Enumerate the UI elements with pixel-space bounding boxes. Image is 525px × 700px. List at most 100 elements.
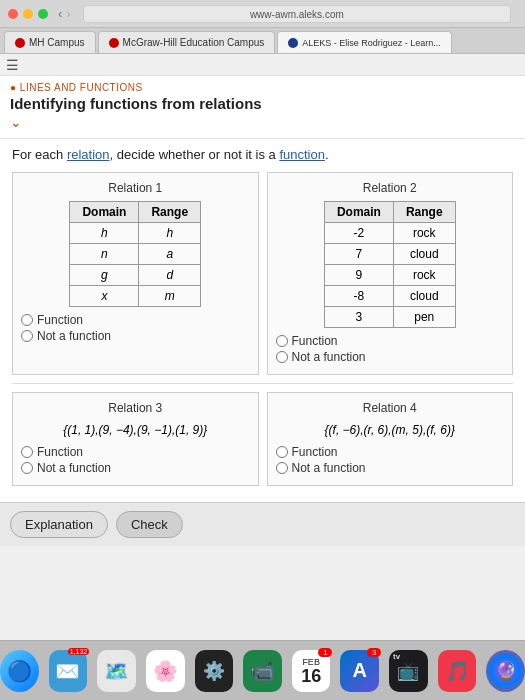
problem-area: For each relation, decide whether or not… <box>0 139 525 502</box>
hamburger-icon[interactable]: ☰ <box>6 57 19 73</box>
relation-2-title: Relation 2 <box>276 181 505 195</box>
tab-bar: MH Campus McGraw-Hill Education Campus A… <box>0 28 525 54</box>
rel1-row3-domain: g <box>70 265 139 286</box>
relation-1-not-function-radio[interactable] <box>21 330 33 342</box>
relation-1-function-option[interactable]: Function <box>21 313 250 327</box>
relation-2-not-function-radio[interactable] <box>276 351 288 363</box>
button-bar: Explanation Check <box>0 502 525 546</box>
relation-3-radio-group: Function Not a function <box>21 445 250 475</box>
table-row: 7 cloud <box>324 244 455 265</box>
facetime-icon[interactable]: 📹 <box>243 650 282 692</box>
siri-icon[interactable]: 🔮 <box>486 650 525 692</box>
tv-icon[interactable]: 📺 tv <box>389 650 428 692</box>
rel2-row2-domain: 7 <box>324 244 393 265</box>
taskbar: 🔵 ✉️ 1,132 🗺️ 🌸 ⚙️ 📹 1 FEB 16 <box>0 640 525 700</box>
breadcrumb: ● LINES AND FUNCTIONS <box>10 82 515 93</box>
relation-3-function-radio[interactable] <box>21 446 33 458</box>
rel2-row4-range: cloud <box>393 286 455 307</box>
rel1-row3-range: d <box>139 265 201 286</box>
chevron-down-icon[interactable]: ⌄ <box>10 114 22 130</box>
table-row: 9 rock <box>324 265 455 286</box>
explanation-button[interactable]: Explanation <box>10 511 108 538</box>
function-link[interactable]: function <box>279 147 325 162</box>
calendar-badge: 1 <box>318 648 332 657</box>
relation-1-not-function-option[interactable]: Not a function <box>21 329 250 343</box>
relation-4-radio-group: Function Not a function <box>276 445 505 475</box>
relation-3-not-function-radio[interactable] <box>21 462 33 474</box>
mail-icon[interactable]: ✉️ 1,132 <box>49 650 88 692</box>
relation-4-function-option[interactable]: Function <box>276 445 505 459</box>
instruction-text: For each relation, decide whether or not… <box>12 147 513 162</box>
browser-bar: ‹ › www-awm.aleks.com <box>0 0 525 28</box>
maps-icon[interactable]: 🗺️ <box>97 650 136 692</box>
relation-2-radio-group: Function Not a function <box>276 334 505 364</box>
relation-4-expression: {(f, −6),(r, 6),(m, 5),(f, 6)} <box>276 423 505 437</box>
rel1-row1-domain: h <box>70 223 139 244</box>
minimize-button[interactable] <box>23 9 33 19</box>
rel2-row1-range: rock <box>393 223 455 244</box>
table-row: 3 pen <box>324 307 455 328</box>
bottom-relations-grid: Relation 3 {(1, 1),(9, −4),(9, −1),(1, 9… <box>12 383 513 486</box>
rel2-row5-range: pen <box>393 307 455 328</box>
check-button[interactable]: Check <box>116 511 183 538</box>
back-icon[interactable]: ‹ <box>58 6 62 21</box>
relation-3-not-function-option[interactable]: Not a function <box>21 461 250 475</box>
table-row: h h <box>70 223 201 244</box>
tab-mcgraw[interactable]: McGraw-Hill Education Campus <box>98 31 276 53</box>
url-bar[interactable]: www-awm.aleks.com <box>83 5 511 23</box>
launchpad-icon[interactable]: ⚙️ <box>195 650 234 692</box>
relation-1-radio-group: Function Not a function <box>21 313 250 343</box>
table-row: -8 cloud <box>324 286 455 307</box>
relation-3-title: Relation 3 <box>21 401 250 415</box>
relation-2-function-option[interactable]: Function <box>276 334 505 348</box>
mail-badge: 1,132 <box>68 648 90 655</box>
relation-1-box: Relation 1 Domain Range h h <box>12 172 259 375</box>
rel1-row1-range: h <box>139 223 201 244</box>
relation-4-box: Relation 4 {(f, −6),(r, 6),(m, 5),(f, 6)… <box>267 392 514 486</box>
relation-4-title: Relation 4 <box>276 401 505 415</box>
calendar-date: FEB 16 <box>301 657 321 685</box>
rel1-row4-domain: x <box>70 286 139 307</box>
page-title: Identifying functions from relations <box>10 95 515 112</box>
rel2-header-range: Range <box>393 202 455 223</box>
rel2-row3-range: rock <box>393 265 455 286</box>
table-row: n a <box>70 244 201 265</box>
nav-icons: ‹ › <box>58 6 71 21</box>
rel1-row2-range: a <box>139 244 201 265</box>
tab-aleks[interactable]: ALEKS - Elise Rodriguez - Learn... <box>277 31 452 53</box>
table-row: x m <box>70 286 201 307</box>
relation-3-expression: {(1, 1),(9, −4),(9, −1),(1, 9)} <box>21 423 250 437</box>
table-row: -2 rock <box>324 223 455 244</box>
tab-mh-campus[interactable]: MH Campus <box>4 31 96 53</box>
rel2-row1-domain: -2 <box>324 223 393 244</box>
music-icon[interactable]: 🎵 <box>438 650 477 692</box>
relation-4-not-function-option[interactable]: Not a function <box>276 461 505 475</box>
close-button[interactable] <box>8 9 18 19</box>
relation-2-table: Domain Range -2 rock 7 cloud <box>324 201 456 328</box>
rel1-row2-domain: n <box>70 244 139 265</box>
relation-4-function-radio[interactable] <box>276 446 288 458</box>
appstore-icon[interactable]: A 3 <box>340 650 379 692</box>
relation-1-title: Relation 1 <box>21 181 250 195</box>
relation-3-function-option[interactable]: Function <box>21 445 250 459</box>
maximize-button[interactable] <box>38 9 48 19</box>
header-section: ● LINES AND FUNCTIONS Identifying functi… <box>0 76 525 139</box>
relation-link[interactable]: relation <box>67 147 110 162</box>
rel1-header-range: Range <box>139 202 201 223</box>
relation-1-table: Domain Range h h n a <box>69 201 201 307</box>
top-relations-grid: Relation 1 Domain Range h h <box>12 172 513 375</box>
relation-3-box: Relation 3 {(1, 1),(9, −4),(9, −1),(1, 9… <box>12 392 259 486</box>
rel2-row4-domain: -8 <box>324 286 393 307</box>
forward-icon[interactable]: › <box>66 6 70 21</box>
relation-2-box: Relation 2 Domain Range -2 rock <box>267 172 514 375</box>
rel1-row4-range: m <box>139 286 201 307</box>
finder-icon[interactable]: 🔵 <box>0 650 39 692</box>
nav-bar: ☰ <box>0 54 525 76</box>
relation-2-function-radio[interactable] <box>276 335 288 347</box>
relation-2-not-function-option[interactable]: Not a function <box>276 350 505 364</box>
relation-4-not-function-radio[interactable] <box>276 462 288 474</box>
relation-1-function-radio[interactable] <box>21 314 33 326</box>
photos-icon[interactable]: 🌸 <box>146 650 185 692</box>
rel1-header-domain: Domain <box>70 202 139 223</box>
calendar-icon[interactable]: 1 FEB 16 <box>292 650 331 692</box>
